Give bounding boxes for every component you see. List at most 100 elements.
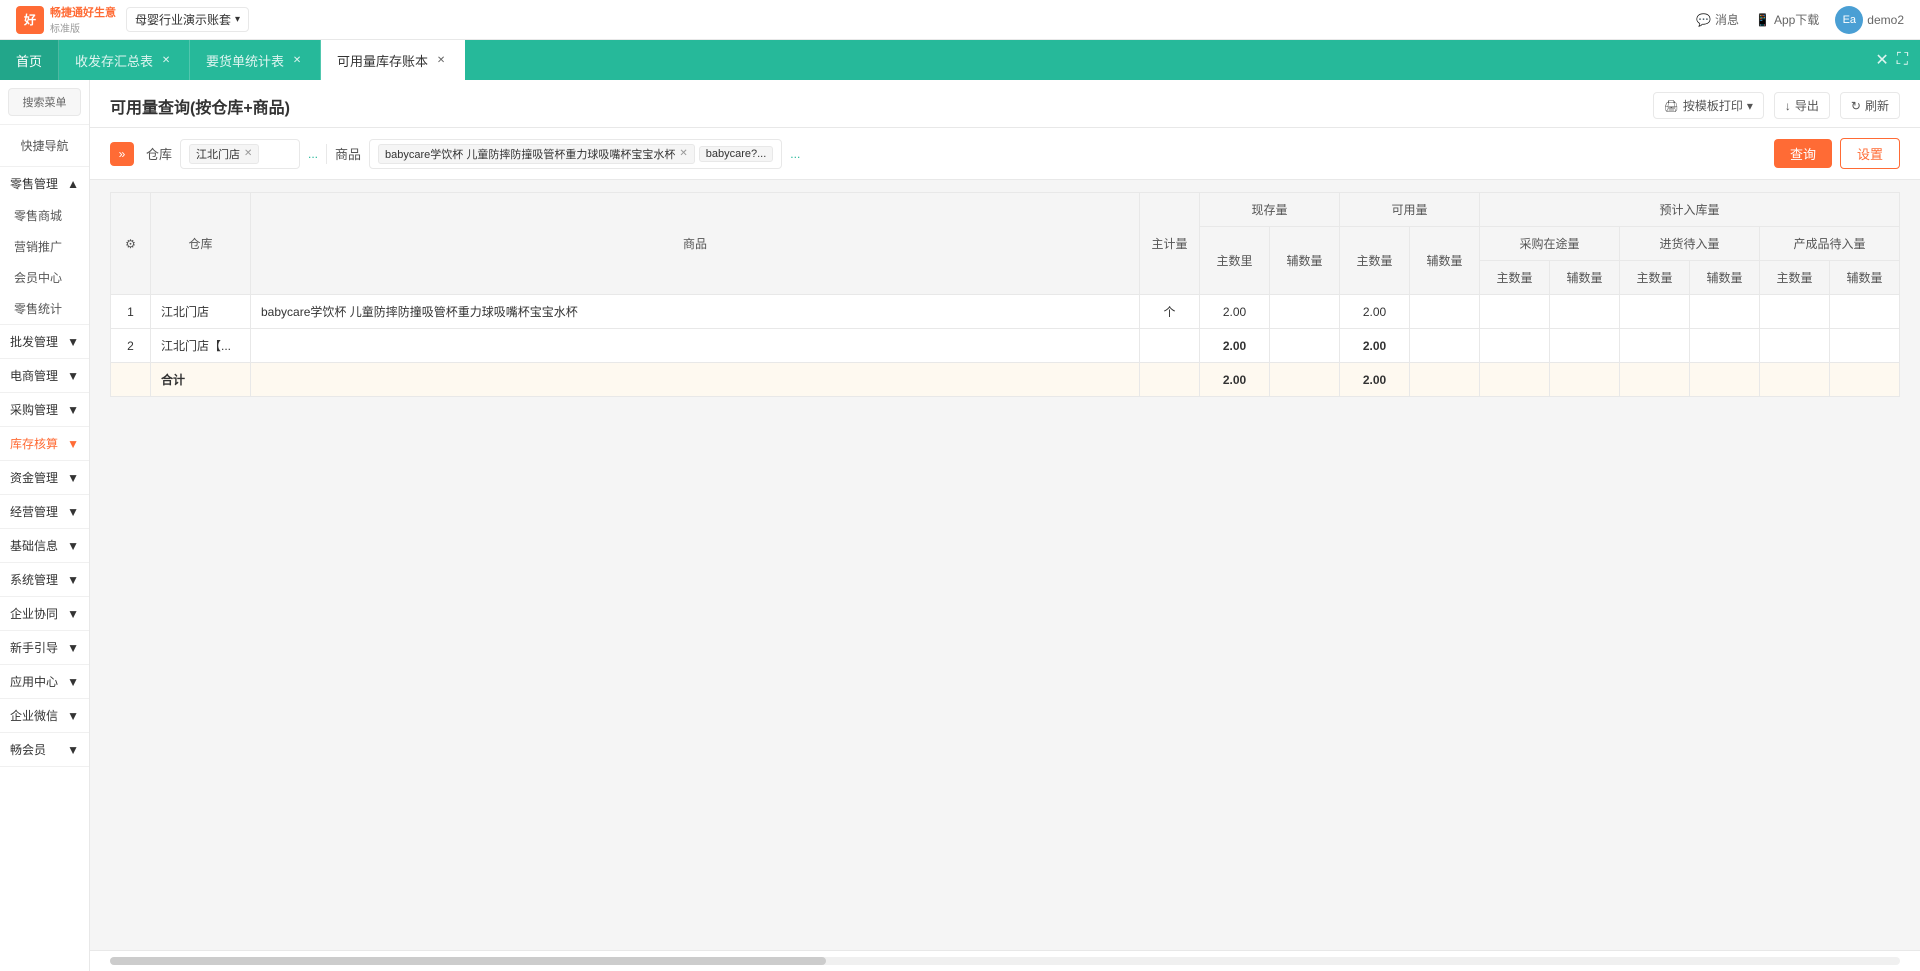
th-product-pending: 产成品待入量 [1760,227,1900,261]
sidebar-section-enterprise-wechat-header[interactable]: 企业微信 ▼ [0,699,89,732]
tab-available-close[interactable]: ✕ [434,53,448,67]
cell-purchase-aux-2 [1550,329,1620,363]
sidebar-search-area: 搜索菜单 [0,80,89,125]
tab-expand-icon[interactable]: ⛶ [1897,51,1908,69]
th-purchase-aux: 辅数量 [1550,261,1620,295]
avatar: Ea [1835,6,1863,34]
tab-bar-right: ✕ ⛶ [1863,40,1920,80]
sidebar-item-retail-stats[interactable]: 零售统计 [0,293,89,324]
th-purchase-transit: 采购在途量 [1480,227,1620,261]
tab-collection-close[interactable]: ✕ [159,53,173,67]
sidebar-section-basic: 基础信息 ▼ [0,529,89,563]
print-button[interactable]: 🖨 按模板打印 ▾ [1653,92,1764,119]
summary-empty-3 [1140,363,1200,397]
th-main-unit: 主计量 [1140,193,1200,295]
ecommerce-chevron: ▼ [67,369,79,383]
tab-order-close[interactable]: ✕ [290,53,304,67]
cell-stock-main-2: 2.00 [1200,329,1270,363]
user-menu[interactable]: Ea demo2 [1835,6,1904,34]
sidebar-section-finance-header[interactable]: 资金管理 ▼ [0,461,89,494]
sidebar-section-enterprise-header[interactable]: 企业协同 ▼ [0,597,89,630]
cell-stock-aux-2 [1270,329,1340,363]
filter-divider [326,144,327,164]
cell-stock-main-1: 2.00 [1200,295,1270,329]
goods-tag1-close[interactable]: ✕ [679,148,687,159]
cell-purchase-aux-1 [1550,295,1620,329]
sidebar-section-basic-header[interactable]: 基础信息 ▼ [0,529,89,562]
sidebar-section-purchase-header[interactable]: 采购管理 ▼ [0,393,89,426]
th-product-main: 主数量 [1760,261,1830,295]
summary-label: 合计 [151,363,251,397]
operations-label: 经营管理 [10,503,58,520]
summary-empty-1 [111,363,151,397]
app-download-button[interactable]: 📱 App下载 [1755,11,1819,28]
cell-index-1: 1 [111,295,151,329]
download-icon: 📱 [1755,13,1770,27]
cell-avail-main-2: 2.00 [1340,329,1410,363]
sidebar-section-retail-header[interactable]: 零售管理 ▲ [0,167,89,200]
inventory-label: 库存核算 [10,435,58,452]
goods-more-btn[interactable]: ... [790,147,800,161]
filter-toggle-button[interactable]: » [110,142,134,166]
warehouse-tag-close[interactable]: ✕ [244,148,252,159]
sidebar-section-member2-header[interactable]: 畅会员 ▼ [0,733,89,766]
tab-home[interactable]: 首页 [0,40,59,80]
sidebar-section-inventory-header[interactable]: 库存核算 ▼ [0,427,89,460]
th-incoming-pending: 进货待入量 [1620,227,1760,261]
inventory-chevron: ▼ [67,437,79,451]
sidebar-section-finance: 资金管理 ▼ [0,461,89,495]
main-area: 搜索菜单 快捷导航 零售管理 ▲ 零售商城 营销推广 会员中心 零售统计 批发管… [0,80,1920,971]
tab-close-all-icon[interactable]: ✕ [1875,50,1888,70]
tab-order-stats[interactable]: 要货单统计表 ✕ [190,40,321,80]
sidebar-item-marketing[interactable]: 营销推广 [0,231,89,262]
refresh-button[interactable]: ↻ 刷新 [1840,92,1900,119]
ecommerce-label: 电商管理 [10,367,58,384]
warehouse-filter-input[interactable]: 江北门店 ✕ [180,139,300,169]
tab-available-inventory[interactable]: 可用量库存账本 ✕ [321,40,465,80]
sidebar-section-wholesale: 批发管理 ▼ [0,325,89,359]
search-menu-button[interactable]: 搜索菜单 [8,88,81,116]
table-row: 2 江北门店【... 2.00 2.00 [111,329,1900,363]
settings-icon[interactable]: ⚙ [125,237,136,251]
goods-tag-2: babycare?... [699,146,774,162]
sidebar-section-wholesale-header[interactable]: 批发管理 ▼ [0,325,89,358]
cell-incoming-main-1 [1620,295,1690,329]
cell-unit-2 [1140,329,1200,363]
sidebar-item-retail-mall[interactable]: 零售商城 [0,200,89,231]
tab-collection-summary[interactable]: 收发存汇总表 ✕ [59,40,190,80]
sidebar-item-quick-nav[interactable]: 快捷导航 [0,129,89,162]
scroll-thumb[interactable] [110,957,826,965]
wholesale-chevron: ▼ [67,335,79,349]
industry-selector[interactable]: 母婴行业演示账套 ▾ [126,7,249,32]
sidebar-section-retail: 零售管理 ▲ 零售商城 营销推广 会员中心 零售统计 [0,167,89,325]
th-stock-aux: 辅数量 [1270,227,1340,295]
cell-incoming-aux-1 [1690,295,1760,329]
app-download-label: App下载 [1774,11,1819,28]
sidebar-item-member[interactable]: 会员中心 [0,262,89,293]
horizontal-scrollbar[interactable] [110,957,1900,965]
sidebar-section-member2: 畅会员 ▼ [0,733,89,767]
message-button[interactable]: 💬 消息 [1696,11,1739,28]
goods-tag2-text: babycare?... [706,148,767,160]
export-button[interactable]: ↓ 导出 [1774,92,1830,119]
tab-order-label: 要货单统计表 [206,51,284,70]
user-initial: Ea [1843,14,1856,26]
sidebar-section-operations-header[interactable]: 经营管理 ▼ [0,495,89,528]
summary-stock-main: 2.00 [1200,363,1270,397]
sidebar-section-app-center-header[interactable]: 应用中心 ▼ [0,665,89,698]
th-purchase-main: 主数量 [1480,261,1550,295]
query-button[interactable]: 查询 [1774,139,1832,168]
message-icon: 💬 [1696,13,1711,27]
setting-button[interactable]: 设置 [1840,138,1900,169]
home-label: 首页 [16,51,42,70]
warehouse-more-btn[interactable]: ... [308,147,318,161]
header-right: 💬 消息 📱 App下载 Ea demo2 [1696,6,1904,34]
sidebar-section-newbie: 新手引导 ▼ [0,631,89,665]
sidebar-section-newbie-header[interactable]: 新手引导 ▼ [0,631,89,664]
sidebar-section-ecommerce-header[interactable]: 电商管理 ▼ [0,359,89,392]
goods-filter-input[interactable]: babycare学饮杯 儿童防摔防撞吸管杯重力球吸嘴杯宝宝水杯 ✕ babyca… [369,139,782,169]
basic-label: 基础信息 [10,537,58,554]
content-header: 可用量查询(按仓库+商品) 🖨 按模板打印 ▾ ↓ 导出 ↻ 刷新 [90,80,1920,128]
cell-goods-1: babycare学饮杯 儿童防摔防撞吸管杯重力球吸嘴杯宝宝水杯 [251,295,1140,329]
sidebar-section-system-header[interactable]: 系统管理 ▼ [0,563,89,596]
